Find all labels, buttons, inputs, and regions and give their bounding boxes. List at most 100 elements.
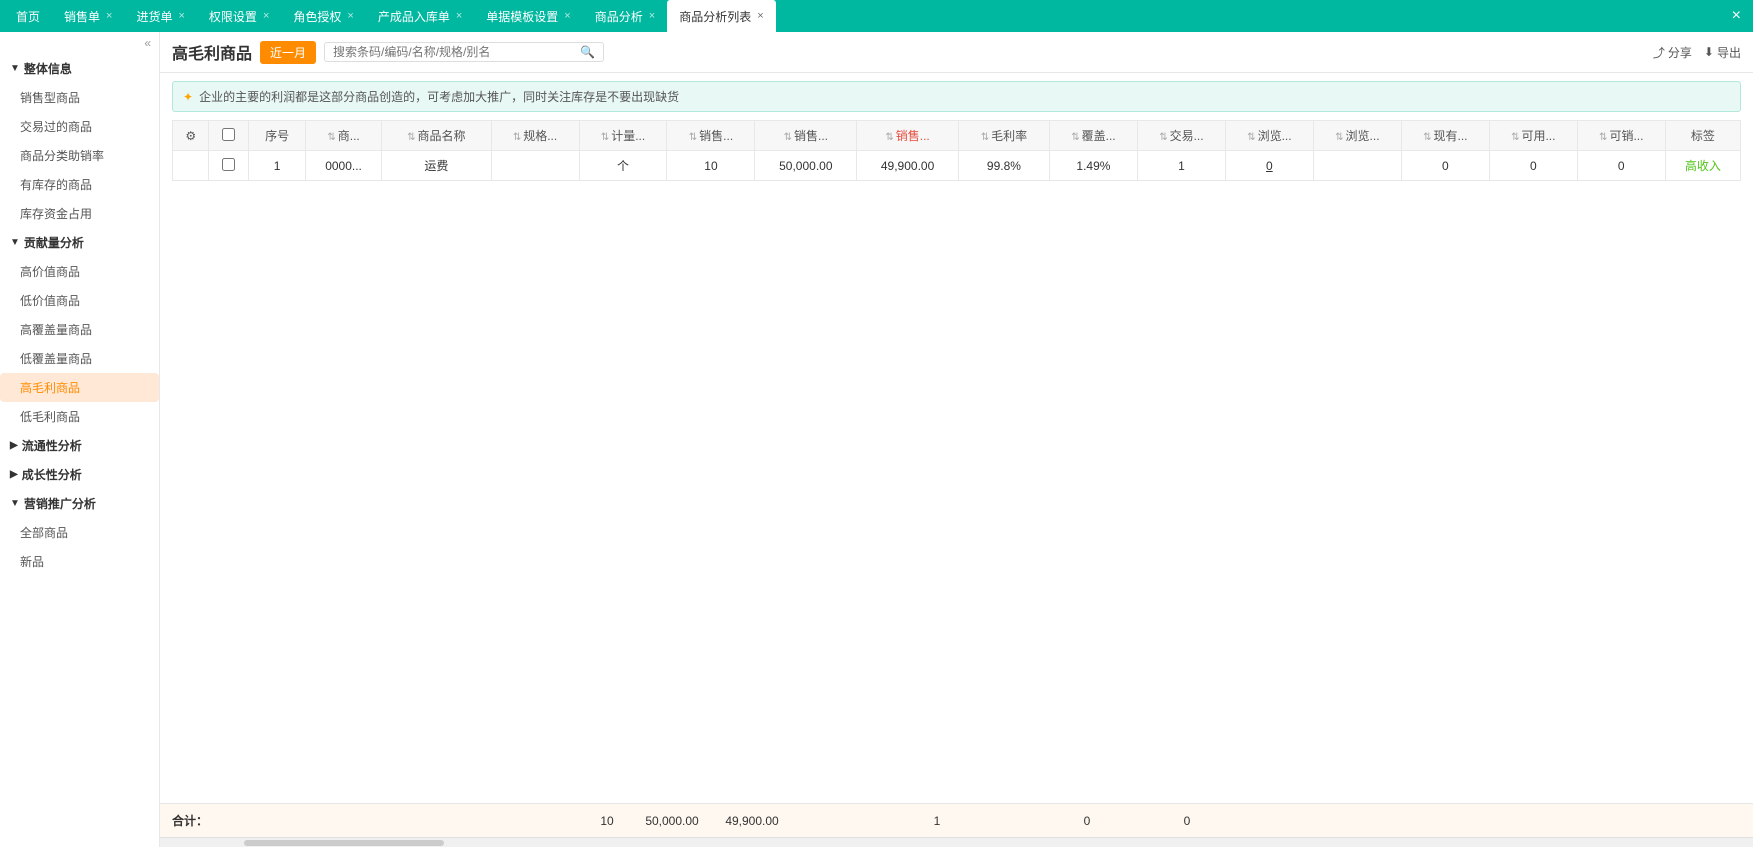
footer-sellable: 0 xyxy=(1162,814,1212,828)
tab-home[interactable]: 首页 xyxy=(4,0,52,32)
cell-unit: 个 xyxy=(579,151,667,181)
sidebar-item-low-margin[interactable]: 低毛利商品 xyxy=(0,402,159,431)
footer-sales-qty: 10 xyxy=(582,814,632,828)
footer-spacer-1 xyxy=(248,814,278,828)
sidebar-item-in-stock[interactable]: 有库存的商品 xyxy=(0,170,159,199)
cell-tag: 高收入 xyxy=(1665,151,1740,181)
arrow-icon-growth: ▶ xyxy=(10,469,18,480)
share-btn[interactable]: ⤴ 分享 xyxy=(1653,44,1692,61)
filter-btn[interactable]: 近一月 xyxy=(260,41,316,64)
page-title: 高毛利商品 xyxy=(172,40,252,64)
footer-current-stock: 0 xyxy=(1062,814,1112,828)
col-spec[interactable]: ⇅规格... xyxy=(491,121,579,151)
footer-trade-count: 1 xyxy=(912,814,962,828)
sidebar-item-low-value[interactable]: 低价值商品 xyxy=(0,286,159,315)
col-browse2[interactable]: ⇅浏览... xyxy=(1313,121,1401,151)
cell-current-stock: 0 xyxy=(1401,151,1489,181)
tab-product-analysis-close[interactable]: × xyxy=(649,10,655,22)
cell-code: 0000... xyxy=(305,151,381,181)
tab-role-auth[interactable]: 角色授权 × xyxy=(281,0,365,32)
info-icon: ✦ xyxy=(183,90,193,104)
footer-spacer-unit xyxy=(532,814,582,828)
footer-spacer-browse2 xyxy=(1012,814,1062,828)
window-close-btn[interactable]: × xyxy=(1724,7,1749,25)
col-name[interactable]: ⇅商品名称 xyxy=(382,121,491,151)
product-table: ⚙ 序号 ⇅商... ⇅商品名称 ⇅规格... ⇅计量... ⇅销售... ⇅销… xyxy=(172,120,1741,181)
sidebar-item-traded[interactable]: 交易过的商品 xyxy=(0,112,159,141)
col-current-stock[interactable]: ⇅现有... xyxy=(1401,121,1489,151)
tab-product-analysis[interactable]: 商品分析 × xyxy=(583,0,667,32)
col-browse1[interactable]: ⇅浏览... xyxy=(1225,121,1313,151)
sidebar-item-all-products[interactable]: 全部商品 xyxy=(0,518,159,547)
sidebar-item-category-rate[interactable]: 商品分类助销率 xyxy=(0,141,159,170)
col-tag: 标签 xyxy=(1665,121,1740,151)
scrollbar-thumb[interactable] xyxy=(244,840,444,846)
sidebar: « ▼ 整体信息 销售型商品 交易过的商品 商品分类助销率 有库存的商品 库存资… xyxy=(0,32,160,847)
col-coverage[interactable]: ⇅覆盖... xyxy=(1049,121,1137,151)
footer-spacer-avail xyxy=(1112,814,1162,828)
info-banner: ✦ 企业的主要的利润都是这部分商品创造的，可考虑加大推广，同时关注库存是不要出现… xyxy=(172,81,1741,112)
col-gross-margin[interactable]: ⇅毛利率 xyxy=(958,121,1049,151)
arrow-icon-contribution: ▼ xyxy=(10,237,20,248)
tab-permission-settings-close[interactable]: × xyxy=(263,10,269,22)
sidebar-item-stock-capital[interactable]: 库存资金占用 xyxy=(0,199,159,228)
footer-spacer-2 xyxy=(278,814,302,828)
tab-product-analysis-list[interactable]: 商品分析列表 × xyxy=(667,0,775,32)
tab-template-settings-close[interactable]: × xyxy=(564,10,570,22)
table-wrapper: ⚙ 序号 ⇅商... ⇅商品名称 ⇅规格... ⇅计量... ⇅销售... ⇅销… xyxy=(160,120,1753,803)
search-icon[interactable]: 🔍 xyxy=(580,45,595,59)
cell-sales-profit: 49,900.00 xyxy=(857,151,959,181)
content-area: 高毛利商品 近一月 🔍 ⤴ 分享 ⬇ 导出 ✦ 企业的主要的利润都是这部分商品创… xyxy=(160,32,1753,847)
cell-browse1[interactable]: 0 xyxy=(1225,151,1313,181)
export-btn[interactable]: ⬇ 导出 xyxy=(1704,44,1741,61)
sidebar-item-sales-type[interactable]: 销售型商品 xyxy=(0,83,159,112)
table-row: 1 0000... 运费 个 10 50,000.00 49,900.00 99… xyxy=(173,151,1741,181)
sidebar-group-growth[interactable]: ▶ 成长性分析 xyxy=(0,460,159,489)
cell-available: 0 xyxy=(1489,151,1577,181)
sidebar-group-liquidity[interactable]: ▶ 流通性分析 xyxy=(0,431,159,460)
col-sales-qty[interactable]: ⇅销售... xyxy=(667,121,755,151)
col-code[interactable]: ⇅商... xyxy=(305,121,381,151)
col-sellable[interactable]: ⇅可销... xyxy=(1577,121,1665,151)
tab-purchase-order-close[interactable]: × xyxy=(178,10,184,22)
col-sales-profit[interactable]: ⇅销售... xyxy=(857,121,959,151)
table-body: 1 0000... 运费 个 10 50,000.00 49,900.00 99… xyxy=(173,151,1741,181)
tab-product-analysis-list-close[interactable]: × xyxy=(757,10,763,22)
horizontal-scrollbar[interactable] xyxy=(160,837,1753,847)
cell-checkbox[interactable] xyxy=(209,151,249,181)
main-layout: « ▼ 整体信息 销售型商品 交易过的商品 商品分类助销率 有库存的商品 库存资… xyxy=(0,32,1753,847)
col-unit[interactable]: ⇅计量... xyxy=(579,121,667,151)
sidebar-item-high-value[interactable]: 高价值商品 xyxy=(0,257,159,286)
sidebar-group-overall[interactable]: ▼ 整体信息 xyxy=(0,54,159,83)
tab-role-auth-close[interactable]: × xyxy=(347,10,353,22)
footer-spacer-index xyxy=(302,814,332,828)
sidebar-item-high-coverage[interactable]: 高覆盖量商品 xyxy=(0,315,159,344)
col-sales-amount[interactable]: ⇅销售... xyxy=(755,121,857,151)
tab-purchase-order[interactable]: 进货单 × xyxy=(124,0,196,32)
col-available[interactable]: ⇅可用... xyxy=(1489,121,1577,151)
col-settings[interactable]: ⚙ xyxy=(173,121,209,151)
tab-permission-settings[interactable]: 权限设置 × xyxy=(197,0,281,32)
cell-sales-qty: 10 xyxy=(667,151,755,181)
cell-sellable: 0 xyxy=(1577,151,1665,181)
tab-product-inbound[interactable]: 产成品入库单 × xyxy=(366,0,474,32)
tab-sales-order[interactable]: 销售单 × xyxy=(52,0,124,32)
tab-product-inbound-close[interactable]: × xyxy=(456,10,462,22)
col-trade-count[interactable]: ⇅交易... xyxy=(1137,121,1225,151)
table-header-row: ⚙ 序号 ⇅商... ⇅商品名称 ⇅规格... ⇅计量... ⇅销售... ⇅销… xyxy=(173,121,1741,151)
search-input[interactable] xyxy=(333,45,580,59)
col-index: 序号 xyxy=(249,121,306,151)
sidebar-collapse-btn[interactable]: « xyxy=(0,32,159,54)
sidebar-group-marketing[interactable]: ▼ 营销推广分析 xyxy=(0,489,159,518)
select-all-checkbox[interactable] xyxy=(222,128,235,141)
sidebar-group-contribution[interactable]: ▼ 贡献量分析 xyxy=(0,228,159,257)
cell-trade-count: 1 xyxy=(1137,151,1225,181)
tab-template-settings[interactable]: 单据模板设置 × xyxy=(474,0,582,32)
cell-spec xyxy=(491,151,579,181)
tab-bar: 首页 销售单 × 进货单 × 权限设置 × 角色授权 × 产成品入库单 × 单据… xyxy=(0,0,1753,32)
export-icon: ⬇ xyxy=(1704,45,1714,59)
sidebar-item-low-coverage[interactable]: 低覆盖量商品 xyxy=(0,344,159,373)
sidebar-item-new-products[interactable]: 新品 xyxy=(0,547,159,576)
sidebar-item-high-margin[interactable]: 高毛利商品 xyxy=(0,373,159,402)
tab-sales-order-close[interactable]: × xyxy=(106,10,112,22)
